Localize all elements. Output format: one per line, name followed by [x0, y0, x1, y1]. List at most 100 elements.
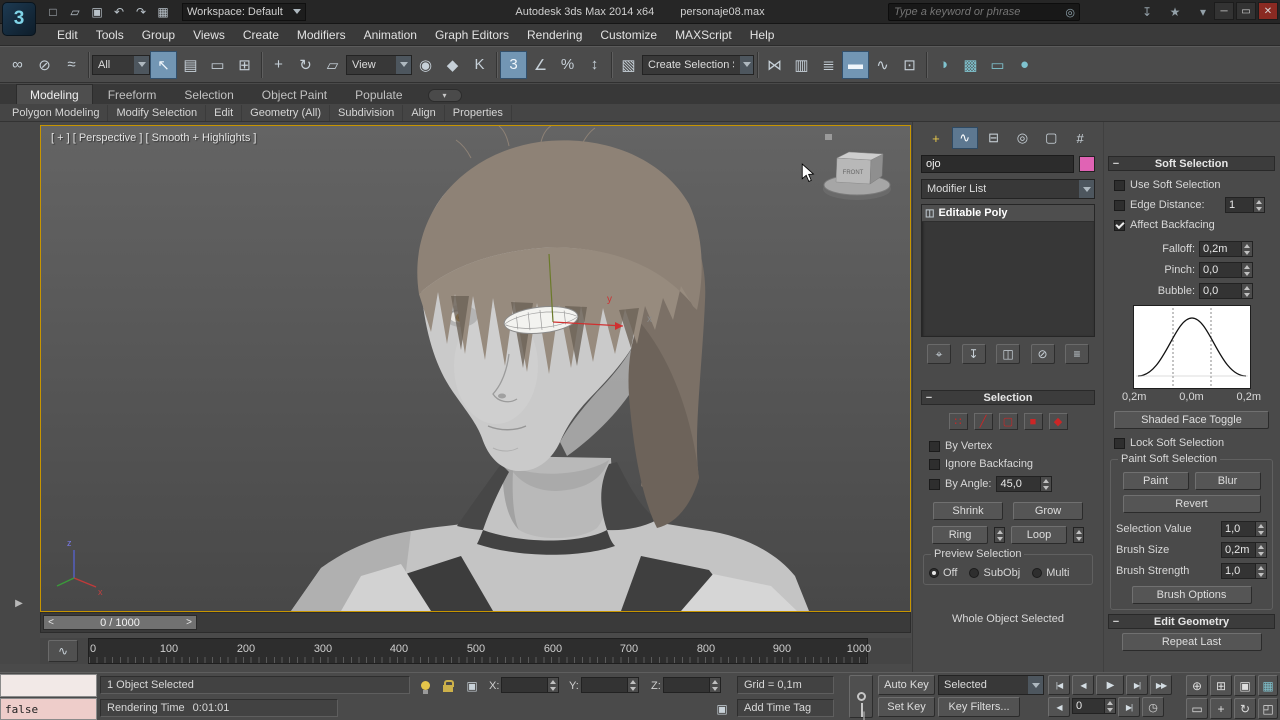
current-frame-field[interactable] [1072, 698, 1116, 714]
mirror-icon[interactable]: ⋈ [761, 51, 788, 79]
help-search[interactable]: ◎ [888, 3, 1080, 21]
menu-maxscript[interactable]: MAXScript [666, 25, 741, 45]
edge-distance-checkbox[interactable] [1114, 199, 1125, 211]
panel-properties[interactable]: Properties [445, 104, 512, 121]
perspective-viewport[interactable]: y x FRONT z x [ + ] [ Perspective ] [ Sm… [40, 125, 911, 612]
previous-frame-arrow-icon[interactable]: < [44, 617, 58, 628]
menu-views[interactable]: Views [184, 25, 234, 45]
material-editor-icon[interactable]: ◑ [930, 51, 957, 79]
affect-backfacing-checkbox[interactable] [1114, 219, 1125, 231]
ribbon-tab-selection[interactable]: Selection [171, 85, 246, 104]
by-angle-spinner[interactable] [1040, 477, 1052, 491]
next-frame-arrow-icon[interactable]: > [182, 617, 196, 628]
orbit-icon[interactable]: ↻ [1234, 698, 1256, 719]
maximize-viewport-toggle-icon[interactable]: ◰ [1258, 698, 1278, 719]
ring-button[interactable]: Ring [932, 526, 988, 544]
selection-value-spinner[interactable] [1255, 522, 1266, 536]
project-folder-icon[interactable]: ▦ [152, 3, 174, 21]
brush-strength-spinner[interactable] [1255, 564, 1266, 578]
spinner-snap-icon[interactable]: ↕ [581, 51, 608, 79]
select-and-move-icon[interactable]: + [265, 51, 292, 79]
ribbon-toggle-icon[interactable]: ▬ [842, 50, 869, 79]
panel-subdivision[interactable]: Subdivision [330, 104, 404, 121]
search-icon[interactable]: ◎ [1061, 6, 1079, 19]
lock-soft-selection-checkbox[interactable] [1114, 437, 1125, 449]
repeat-last-button[interactable]: Repeat Last [1121, 633, 1262, 651]
use-soft-selection-checkbox[interactable] [1114, 179, 1125, 191]
rendered-frame-window-icon[interactable]: ▭ [984, 51, 1011, 79]
named-selection-set-combo[interactable]: Create Selection Set [642, 54, 754, 75]
z-spinner[interactable] [709, 678, 720, 692]
revert-button[interactable]: Revert [1122, 495, 1261, 513]
time-tag-icon[interactable]: ▣ [712, 699, 732, 718]
by-vertex-checkbox[interactable] [929, 440, 940, 452]
key-set-combo[interactable]: Selected [938, 675, 1044, 695]
x-coordinate-input[interactable] [502, 678, 547, 692]
time-slider-handle[interactable]: < 0 / 1000 > [43, 615, 197, 630]
remove-modifier-icon[interactable]: ⊘ [1030, 344, 1055, 364]
go-to-end-button[interactable]: ▶▶ [1150, 675, 1172, 695]
brush-size-spinner[interactable] [1255, 543, 1266, 557]
edge-subobject-icon[interactable]: ╱ [973, 413, 993, 430]
go-to-start-button[interactable]: |◀ [1048, 675, 1070, 695]
hierarchy-tab-icon[interactable]: ⊟ [980, 127, 1007, 149]
stack-item-editable-poly[interactable]: ◫ Editable Poly [922, 205, 1094, 222]
shrink-button[interactable]: Shrink [933, 502, 1003, 520]
align-icon[interactable]: ▥ [788, 51, 815, 79]
menu-graph-editors[interactable]: Graph Editors [426, 25, 518, 45]
save-file-icon[interactable]: ▣ [86, 3, 108, 21]
bind-to-space-warp-icon[interactable]: ≈ [58, 51, 85, 79]
pinch-input[interactable] [1200, 263, 1241, 277]
configure-modifier-sets-icon[interactable]: ≡ [1065, 344, 1089, 364]
workspace-combo[interactable]: Workspace: Default [182, 2, 306, 21]
curve-editor-icon[interactable]: ∿ [869, 51, 896, 79]
panel-geometry-all[interactable]: Geometry (All) [242, 104, 331, 121]
z-coordinate-input[interactable] [664, 678, 709, 692]
reference-coordinate-combo[interactable]: View [346, 54, 412, 75]
menu-tools[interactable]: Tools [87, 25, 133, 45]
redo-icon[interactable]: ↷ [130, 3, 152, 21]
current-frame-input[interactable] [1073, 699, 1104, 713]
selection-lock-icon[interactable] [438, 676, 458, 695]
ribbon-tab-modeling[interactable]: Modeling [16, 84, 93, 104]
window-crossing-icon[interactable]: ⊞ [231, 51, 258, 79]
edit-geometry-rollout-header[interactable]: − Edit Geometry [1108, 614, 1275, 629]
modifier-stack[interactable]: ◫ Editable Poly [921, 204, 1095, 337]
x-coordinate-field[interactable] [501, 677, 559, 693]
rectangular-selection-region-icon[interactable]: ▭ [204, 51, 231, 79]
grow-button[interactable]: Grow [1013, 502, 1083, 520]
app-logo[interactable]: 3 [2, 2, 36, 36]
select-and-manipulate-icon[interactable]: ◆ [439, 51, 466, 79]
ribbon-tab-object-paint[interactable]: Object Paint [249, 85, 340, 104]
polygon-subobject-icon[interactable]: ■ [1023, 413, 1043, 430]
track-bar-ruler[interactable]: 0 100 200 300 400 500 600 700 800 900 10… [88, 638, 871, 664]
angle-snap-icon[interactable]: ∠ [527, 51, 554, 79]
undo-icon[interactable]: ↶ [108, 3, 130, 21]
menu-edit[interactable]: Edit [48, 25, 87, 45]
select-and-rotate-icon[interactable]: ↻ [292, 51, 319, 79]
x-spinner[interactable] [547, 678, 558, 692]
menu-customize[interactable]: Customize [591, 25, 666, 45]
pinch-spinner[interactable] [1241, 263, 1252, 277]
bubble-spinner[interactable] [1241, 284, 1252, 298]
falloff-spinner[interactable] [1241, 242, 1252, 256]
updates-icon[interactable]: ↧ [1136, 3, 1158, 21]
select-and-link-icon[interactable]: ∞ [4, 51, 31, 79]
selection-rollout-header[interactable]: − Selection [921, 390, 1095, 405]
panel-polygon-modeling[interactable]: Polygon Modeling [4, 104, 109, 121]
preview-subobj-radio[interactable] [969, 568, 980, 578]
keyboard-shortcut-override-icon[interactable]: K [466, 51, 493, 79]
brush-options-button[interactable]: Brush Options [1131, 586, 1252, 604]
field-of-view-icon[interactable]: ▭ [1186, 698, 1208, 719]
zoom-extents-icon[interactable]: ▣ [1234, 675, 1256, 696]
ribbon-minimize-button[interactable]: ▾ [427, 89, 462, 102]
select-object-icon[interactable]: ↖ [150, 50, 177, 79]
snaps-toggle-icon[interactable]: 3 [500, 50, 527, 79]
use-pivot-point-center-icon[interactable]: ◉ [412, 51, 439, 79]
motion-tab-icon[interactable]: ◎ [1009, 127, 1036, 149]
pan-view-icon[interactable]: + [1210, 698, 1232, 719]
selection-value-input[interactable] [1222, 522, 1255, 536]
isolate-selection-icon[interactable] [415, 676, 435, 695]
maxscript-macro-recorder[interactable] [0, 674, 97, 697]
border-subobject-icon[interactable]: ▢ [998, 413, 1018, 430]
